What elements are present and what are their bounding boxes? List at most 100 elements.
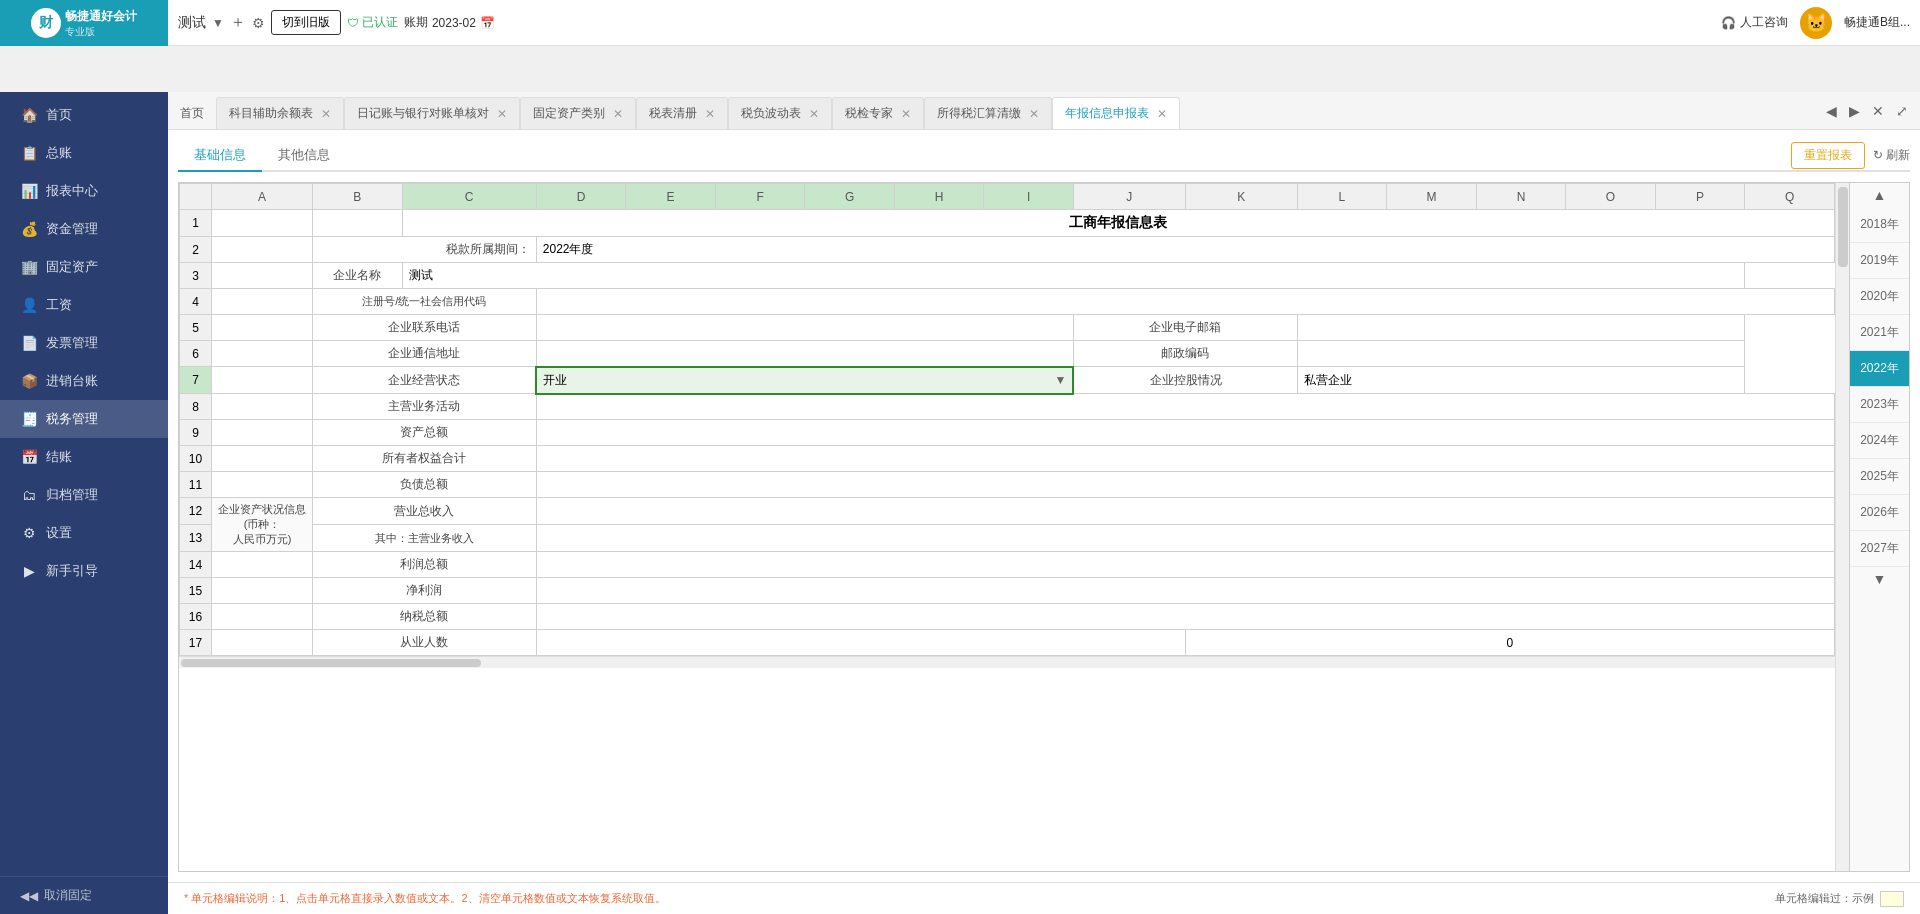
- add-icon[interactable]: ＋: [230, 12, 246, 33]
- reset-report-button[interactable]: 重置报表: [1791, 142, 1865, 169]
- cell-main-revenue-value[interactable]: [536, 525, 1834, 552]
- sidebar-item-archive[interactable]: 🗂 归档管理: [0, 476, 168, 514]
- cell-a15[interactable]: [212, 578, 313, 604]
- cell-reg-code-label[interactable]: 注册号/统一社会信用代码: [313, 289, 537, 315]
- cell-a16[interactable]: [212, 604, 313, 630]
- cell-postal-code-value[interactable]: [1297, 341, 1745, 367]
- col-header-k[interactable]: K: [1185, 184, 1297, 210]
- sub-tab-basic[interactable]: 基础信息: [178, 140, 262, 172]
- tab-next-button[interactable]: ▶: [1845, 101, 1864, 121]
- tab-tax-schedule-close[interactable]: ✕: [705, 107, 715, 121]
- year-item-2023[interactable]: 2023年: [1850, 387, 1909, 423]
- col-header-l[interactable]: L: [1297, 184, 1387, 210]
- col-header-e[interactable]: E: [626, 184, 716, 210]
- cell-company-name-value[interactable]: 测试: [402, 263, 1745, 289]
- sidebar-item-ledger[interactable]: 📋 总账: [0, 134, 168, 172]
- year-item-2025[interactable]: 2025年: [1850, 459, 1909, 495]
- cell-a1[interactable]: [212, 210, 313, 237]
- col-header-c[interactable]: C: [402, 184, 536, 210]
- tab-income-tax[interactable]: 所得税汇算清缴 ✕: [924, 97, 1052, 129]
- col-header-m[interactable]: M: [1387, 184, 1477, 210]
- cell-debt-value[interactable]: [536, 472, 1834, 498]
- col-header-q[interactable]: Q: [1745, 184, 1835, 210]
- sidebar-item-inventory[interactable]: 📦 进销台账: [0, 362, 168, 400]
- vertical-scroll-thumb[interactable]: [1838, 187, 1848, 267]
- cell-main-biz-value[interactable]: [536, 394, 1834, 420]
- biz-status-dropdown[interactable]: 开业 ▼: [543, 372, 1066, 389]
- tab-aux-balance-close[interactable]: ✕: [321, 107, 331, 121]
- year-item-2019[interactable]: 2019年: [1850, 243, 1909, 279]
- vertical-scrollbar[interactable]: [1835, 183, 1849, 871]
- cell-profit-label[interactable]: 利润总额: [313, 552, 537, 578]
- sidebar-item-tax[interactable]: 🧾 税务管理: [0, 400, 168, 438]
- tab-tax-expert-close[interactable]: ✕: [901, 107, 911, 121]
- cell-profit-value[interactable]: [536, 552, 1834, 578]
- cell-revenue-value[interactable]: [536, 498, 1834, 525]
- cell-a10[interactable]: [212, 446, 313, 472]
- cell-a7[interactable]: [212, 367, 313, 394]
- cell-debt-label[interactable]: 负债总额: [313, 472, 537, 498]
- col-header-f[interactable]: F: [715, 184, 805, 210]
- horizontal-scroll-thumb[interactable]: [181, 659, 481, 667]
- cell-a17[interactable]: [212, 630, 313, 656]
- tab-expand-button[interactable]: ⤢: [1892, 101, 1912, 121]
- cell-equity-label[interactable]: 所有者权益合计: [313, 446, 537, 472]
- cell-company-name-label[interactable]: 企业名称: [313, 263, 403, 289]
- year-item-2026[interactable]: 2026年: [1850, 495, 1909, 531]
- tab-close-all-button[interactable]: ✕: [1868, 101, 1888, 121]
- tab-tax-fluctuation-close[interactable]: ✕: [809, 107, 819, 121]
- tab-tax-schedule[interactable]: 税表清册 ✕: [636, 97, 728, 129]
- cell-main-revenue-label[interactable]: 其中：主营业务收入: [313, 525, 537, 552]
- cell-a11[interactable]: [212, 472, 313, 498]
- cell-a5[interactable]: [212, 315, 313, 341]
- col-header-o[interactable]: O: [1566, 184, 1656, 210]
- sidebar-item-settings[interactable]: ⚙ 设置: [0, 514, 168, 552]
- dropdown-icon[interactable]: ▼: [212, 16, 224, 30]
- cell-a14[interactable]: [212, 552, 313, 578]
- col-header-n[interactable]: N: [1476, 184, 1566, 210]
- tab-tax-expert[interactable]: 税检专家 ✕: [832, 97, 924, 129]
- tab-journal-bank-close[interactable]: ✕: [497, 107, 507, 121]
- tab-income-tax-close[interactable]: ✕: [1029, 107, 1039, 121]
- settings-icon[interactable]: ⚙: [252, 15, 265, 31]
- sidebar-item-home[interactable]: 🏠 首页: [0, 96, 168, 134]
- cell-holding-label[interactable]: 企业控股情况: [1073, 367, 1297, 394]
- cell-title[interactable]: 工商年报信息表: [402, 210, 1834, 237]
- sidebar-item-invoice[interactable]: 📄 发票管理: [0, 324, 168, 362]
- cell-tax-period-value[interactable]: 2022年度: [536, 237, 1834, 263]
- cell-net-profit-value[interactable]: [536, 578, 1834, 604]
- sidebar-item-assets[interactable]: 🏢 固定资产: [0, 248, 168, 286]
- tab-home[interactable]: 首页: [168, 97, 216, 129]
- cell-equity-value[interactable]: [536, 446, 1834, 472]
- cell-biz-status-label[interactable]: 企业经营状态: [313, 367, 537, 394]
- year-scroll-up-button[interactable]: ▲: [1850, 183, 1909, 207]
- sidebar-item-salary[interactable]: 👤 工资: [0, 286, 168, 324]
- tab-annual-report[interactable]: 年报信息申报表 ✕: [1052, 97, 1180, 129]
- cell-total-assets-value[interactable]: [536, 420, 1834, 446]
- col-header-h[interactable]: H: [894, 184, 984, 210]
- refresh-button[interactable]: ↻ 刷新: [1873, 147, 1910, 164]
- cell-holding-value[interactable]: 私营企业: [1297, 367, 1745, 394]
- tab-annual-report-close[interactable]: ✕: [1157, 107, 1167, 121]
- sidebar-item-reports[interactable]: 📊 报表中心: [0, 172, 168, 210]
- year-item-2021[interactable]: 2021年: [1850, 315, 1909, 351]
- cell-address-label[interactable]: 企业通信地址: [313, 341, 537, 367]
- cell-employees-label[interactable]: 从业人数: [313, 630, 537, 656]
- sidebar-item-guide[interactable]: ▶ 新手引导: [0, 552, 168, 590]
- cell-contact-phone-label[interactable]: 企业联系电话: [313, 315, 537, 341]
- year-item-2018[interactable]: 2018年: [1850, 207, 1909, 243]
- cell-tax-period-label[interactable]: 税款所属期间：: [313, 237, 537, 263]
- tab-fixed-assets-close[interactable]: ✕: [613, 107, 623, 121]
- tab-prev-button[interactable]: ◀: [1822, 101, 1841, 121]
- cell-address-value[interactable]: [536, 341, 1073, 367]
- cell-a9[interactable]: [212, 420, 313, 446]
- year-item-2022[interactable]: 2022年: [1850, 351, 1909, 387]
- col-header-p[interactable]: P: [1655, 184, 1745, 210]
- sidebar-unpin-button[interactable]: ◀◀ 取消固定: [0, 876, 168, 914]
- cell-employees-count[interactable]: 0: [1185, 630, 1834, 656]
- year-item-2024[interactable]: 2024年: [1850, 423, 1909, 459]
- col-header-j[interactable]: J: [1073, 184, 1185, 210]
- cell-email-value[interactable]: [1297, 315, 1745, 341]
- dropdown-arrow-icon[interactable]: ▼: [1055, 373, 1067, 387]
- tab-journal-bank[interactable]: 日记账与银行对账单核对 ✕: [344, 97, 520, 129]
